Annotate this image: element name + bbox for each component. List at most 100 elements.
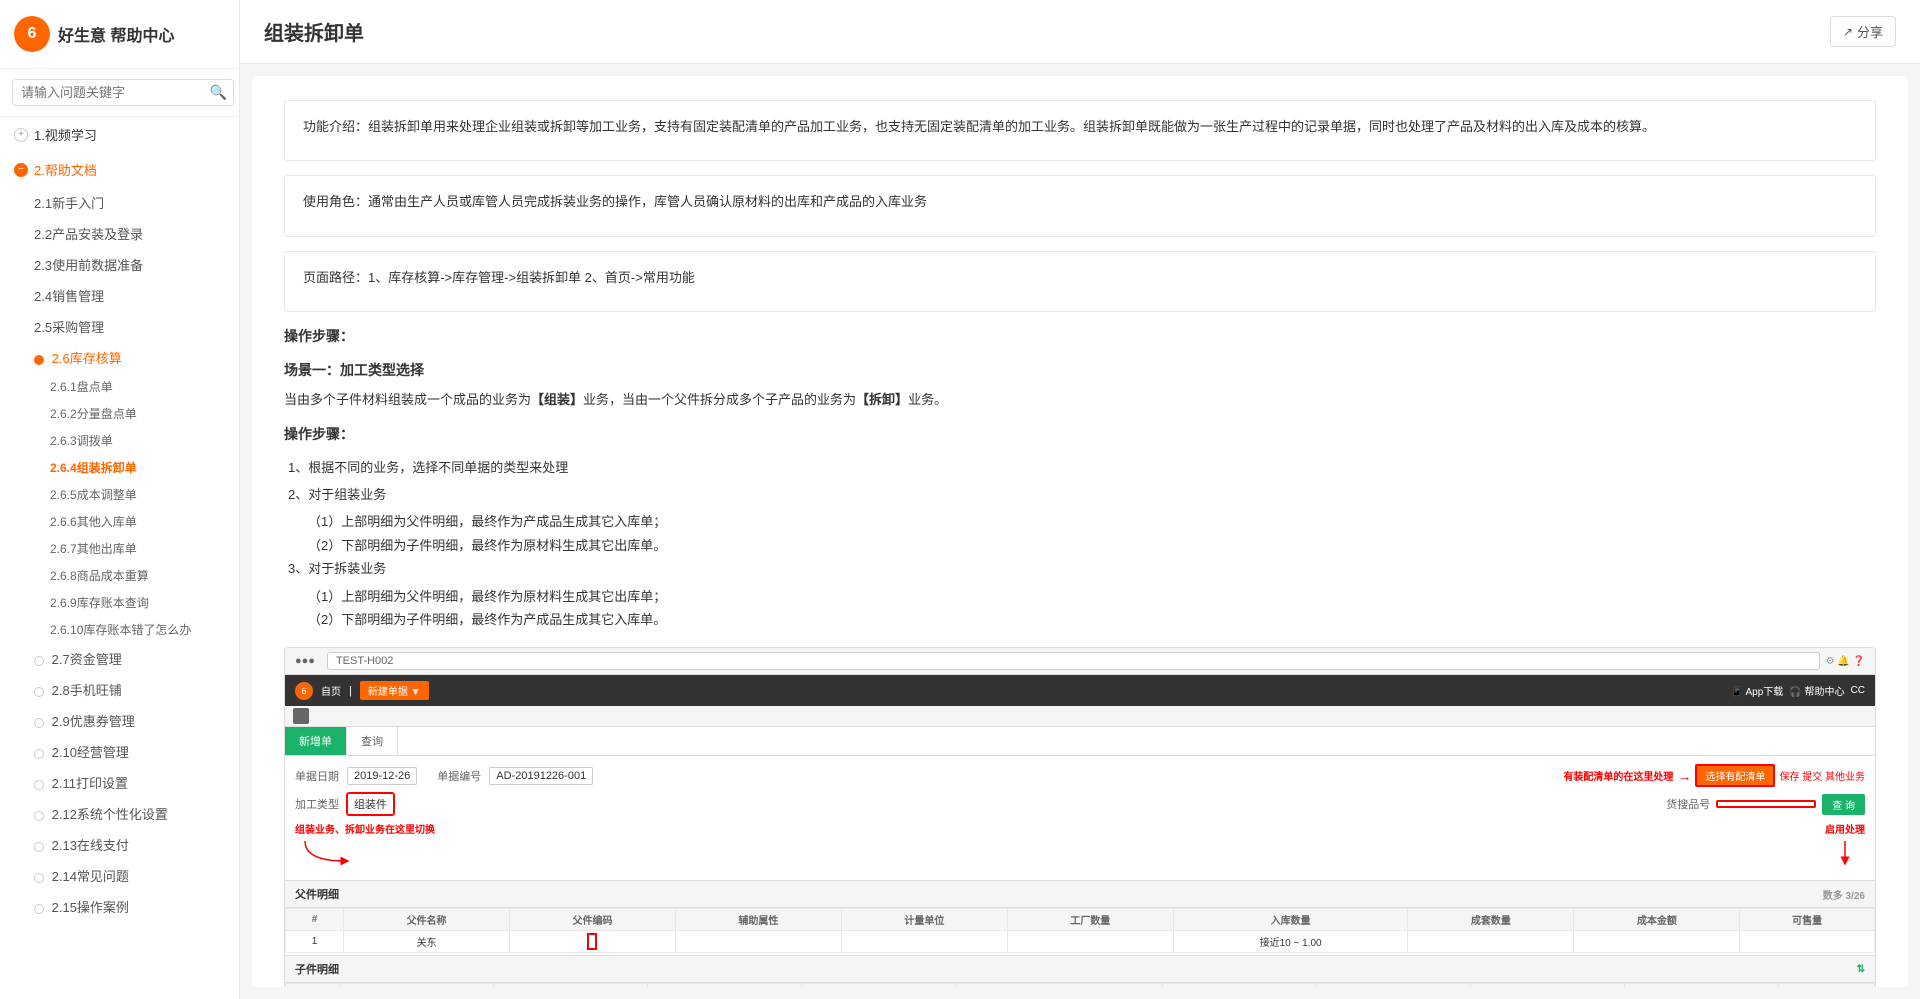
mock-section-parent-label: 父件明细: [295, 886, 339, 902]
mock-form-area: 单据日期 2019-12-26 单据编号 AD-20191226-001 有装配…: [285, 756, 1875, 880]
mock-th-factory-qty: 工厂数量: [1007, 909, 1173, 931]
search-box: 🔍: [0, 69, 239, 117]
sidebar-item-inventory[interactable]: 2.6库存核算: [20, 342, 239, 373]
logo-icon: 6: [14, 16, 50, 52]
sidebar-item-custom[interactable]: 2.12系统个性化设置: [20, 798, 239, 829]
mock-search-area: 货搜品号 查 询: [1666, 794, 1865, 815]
sidebar-item-inv9[interactable]: 2.6.9库存账本查询: [36, 589, 239, 616]
mock-parent-code-highlighted: [587, 933, 597, 950]
sidebar-item-coupon[interactable]: 2.9优惠券管理: [20, 705, 239, 736]
mock-app-header: 6 自页 | 新建单据 ▼ 📱 App下载 🎧 帮助中心 CC: [285, 675, 1875, 706]
sidebar-item-inv2[interactable]: 2.6.2分量盘点单: [36, 400, 239, 427]
steps-title: 操作步骤：: [284, 424, 1876, 444]
share-icon: ↗: [1843, 25, 1853, 39]
nav-group-docs: − 2.帮助文档 2.1新手入门 2.2产品安装及登录 2.3使用前数据准备 2…: [0, 152, 239, 922]
table-row: 1 关东 接近10 ~ 1.00: [286, 931, 1875, 953]
feature-desc: 功能介绍：组装拆卸单用来处理企业组装或拆卸等加工业务，支持有固定装配清单的产品加…: [303, 115, 1857, 138]
expand-dot7: [34, 842, 44, 852]
path-desc: 页面路径：1、库存核算->库存管理->组装拆卸单 2、首页->常用功能: [303, 266, 1857, 289]
sidebar-item-inv5[interactable]: 2.6.5成本调整单: [36, 481, 239, 508]
collapse-icon: −: [14, 163, 28, 177]
mock-search-input[interactable]: [1716, 800, 1816, 808]
mock-form-tabs: 新增单 查询: [285, 727, 1875, 756]
mock-ops-btns: 保存 提交 其他业务: [1779, 768, 1865, 783]
mock-parent-section-header: 父件明细 数多 3/26: [285, 880, 1875, 908]
step3-sub2: （2）下部明细为子件明细，最终作为产成品生成其它入库单。: [308, 608, 1876, 631]
sidebar-item-finance[interactable]: 2.7资金管理: [20, 643, 239, 674]
mock-menu-icon: [293, 708, 309, 724]
expand-dot9: [34, 904, 44, 914]
mock-type-input[interactable]: 组装件: [347, 793, 394, 815]
main-area: 组装拆卸单 ↗ 分享 功能介绍：组装拆卸单用来处理企业组装或拆卸等加工业务，支持…: [240, 0, 1920, 999]
mock-search-btn[interactable]: 查 询: [1822, 794, 1865, 815]
step2: 2、对于组装业务: [288, 483, 1876, 506]
sidebar-item-new[interactable]: 2.1新手入门: [20, 187, 239, 218]
mock-select-bom-btn[interactable]: 选择有配清单: [1695, 764, 1775, 787]
mock-th-unit: 计量单位: [841, 909, 1007, 931]
mock-date-input[interactable]: 2019-12-26: [347, 767, 417, 785]
sidebar-item-purchase[interactable]: 2.5采购管理: [20, 311, 239, 342]
mock-tab-query[interactable]: 查询: [347, 727, 398, 755]
mock-th-num: #: [286, 909, 344, 931]
mock-close-icon: ●●●: [295, 655, 315, 667]
mock-url-bar: TEST-H002: [327, 652, 1820, 670]
search-input[interactable]: [12, 79, 234, 106]
step2-sub1: （1）上部明细为父件明细，最终作为产成品生成其它入库单；: [308, 510, 1876, 533]
mock-child-table-wrapper: # 子件名称 子件编码 辅助属性 计量单位 用量 子件入量 结束入量 额外出量 …: [285, 983, 1875, 987]
mock-th-in-qty: 入库数量: [1173, 909, 1408, 931]
mock-app-rt3: CC: [1851, 685, 1865, 696]
mock-app-rt2: 🎧 帮助中心: [1789, 683, 1844, 698]
sidebar-item-inv4[interactable]: 2.6.4组装拆卸单: [36, 454, 239, 481]
mock-app-name: 自页: [321, 683, 341, 698]
sidebar-item-inv1[interactable]: 2.6.1盘点单: [36, 373, 239, 400]
active-dot: [34, 355, 44, 365]
nav-section: + 1.视频学习 − 2.帮助文档 2.1新手入门 2.2产品安装及登录 2.3…: [0, 117, 239, 922]
sidebar-item-pay[interactable]: 2.13在线支付: [20, 829, 239, 860]
expand-dot4: [34, 749, 44, 759]
logo-text: 好生意 帮助中心: [58, 22, 174, 46]
mock-expand-icon[interactable]: ⇅: [1857, 964, 1865, 975]
ann2-arrow: [295, 836, 355, 866]
expand-dot2: [34, 687, 44, 697]
mock-app-right: 📱 App下载 🎧 帮助中心 CC: [1731, 683, 1865, 698]
mock-date-label: 单据日期: [295, 768, 339, 784]
mock-child-table: # 子件名称 子件编码 辅助属性 计量单位 用量 子件入量 结束入量 额外出量 …: [285, 983, 1875, 987]
sidebar-item-video[interactable]: + 1.视频学习: [0, 117, 239, 152]
sidebar-item-data[interactable]: 2.3使用前数据准备: [20, 249, 239, 280]
search-button[interactable]: 🔍: [210, 84, 227, 101]
mock-new-btn[interactable]: 新建单据 ▼: [360, 681, 429, 700]
mock-th-cost: 成本金额: [1574, 909, 1740, 931]
annotation3-text: 启用处理: [1825, 821, 1865, 836]
sidebar-item-docs[interactable]: − 2.帮助文档: [0, 152, 239, 187]
step3-sub1: （1）上部明细为父件明细，最终作为原材料生成其它出库单；: [308, 585, 1876, 608]
sidebar-item-faq[interactable]: 2.14常见问题: [20, 860, 239, 891]
sidebar-item-mobile[interactable]: 2.8手机旺铺: [20, 674, 239, 705]
sidebar-item-docs-label: 2.帮助文档: [34, 160, 97, 179]
sidebar-item-inv3[interactable]: 2.6.3调拨单: [36, 427, 239, 454]
feature-intro-box: 功能介绍：组装拆卸单用来处理企业组装或拆卸等加工业务，支持有固定装配清单的产品加…: [284, 100, 1876, 161]
mock-type-label: 加工类型: [295, 796, 339, 812]
sidebar-item-inv6[interactable]: 2.6.6其他入库单: [36, 508, 239, 535]
mock-child-section-header: 子件明细 ⇅: [285, 955, 1875, 983]
sidebar-item-install[interactable]: 2.2产品安装及登录: [20, 218, 239, 249]
sidebar: 6 好生意 帮助中心 🔍 + 1.视频学习 − 2.帮助文档 2.1新手入门 2…: [0, 0, 240, 999]
inventory-sub-items: 2.6.1盘点单 2.6.2分量盘点单 2.6.3调拨单 2.6.4组装拆卸单 …: [20, 373, 239, 643]
sidebar-item-inv8[interactable]: 2.6.8商品成本重算: [36, 562, 239, 589]
step2-sub2: （2）下部明细为子件明细，最终作为原材料生成其它出库单。: [308, 534, 1876, 557]
mock-app-logo: 6: [295, 682, 313, 700]
sidebar-item-print[interactable]: 2.11打印设置: [20, 767, 239, 798]
mock-tab-new[interactable]: 新增单: [285, 727, 347, 755]
mock-browser-bar: ●●● TEST-H002 ⚙ 🔔 ❓: [285, 648, 1875, 675]
sidebar-item-inv7[interactable]: 2.6.7其他出库单: [36, 535, 239, 562]
step1: 1、根据不同的业务，选择不同单据的类型来处理: [288, 456, 1876, 479]
expand-icon: +: [14, 128, 28, 142]
share-button[interactable]: ↗ 分享: [1830, 16, 1896, 47]
sidebar-item-ops[interactable]: 2.10经营管理: [20, 736, 239, 767]
sidebar-item-inv10[interactable]: 2.6.10库存账本错了怎么办: [36, 616, 239, 643]
sidebar-item-sales[interactable]: 2.4销售管理: [20, 280, 239, 311]
mock-app-left: 6 自页 | 新建单据 ▼: [295, 681, 429, 700]
sidebar-item-cases[interactable]: 2.15操作案例: [20, 891, 239, 922]
annotation1-area: 有装配清单的在这里处理 → 选择有配清单 保存 提交 其他业务: [1563, 764, 1865, 787]
mock-no-input[interactable]: AD-20191226-001: [489, 767, 593, 785]
expand-dot8: [34, 873, 44, 883]
